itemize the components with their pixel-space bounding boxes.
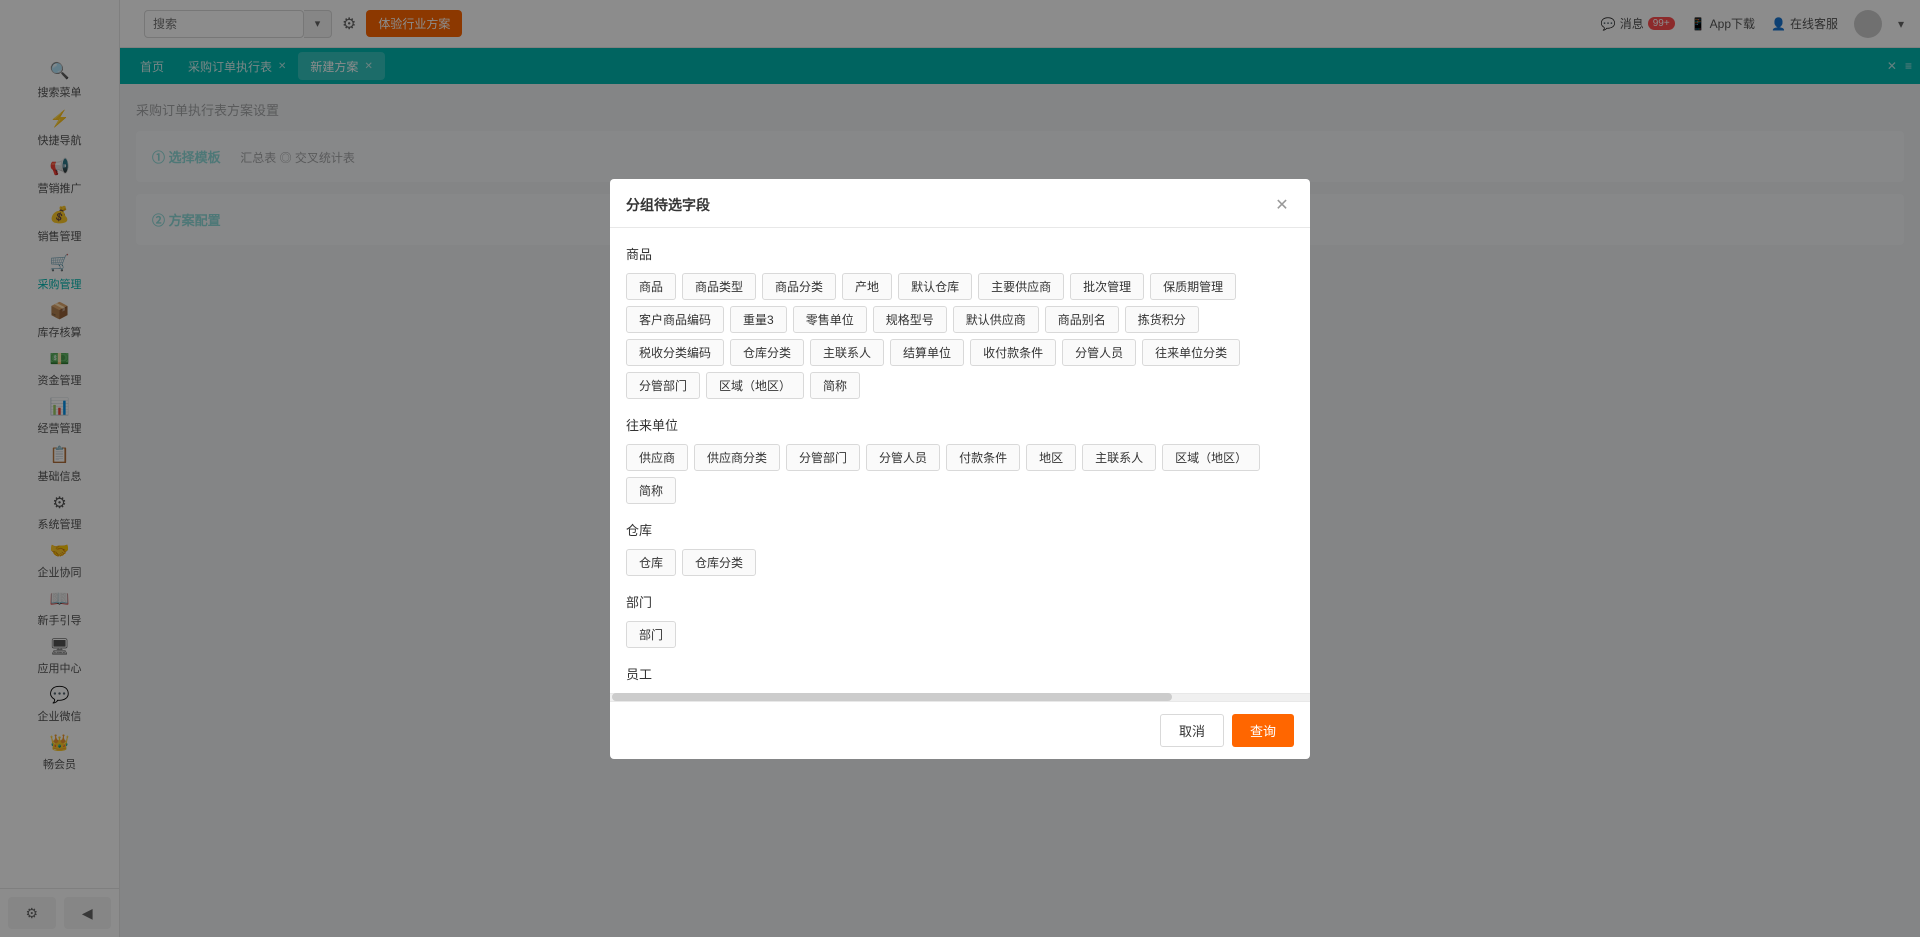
field-supplier[interactable]: 供应商 (626, 444, 688, 471)
section-counterparty-tags: 供应商 供应商分类 分管部门 分管人员 付款条件 地区 主联系人 区域（地区） … (626, 444, 1294, 504)
field-warehouse-category[interactable]: 仓库分类 (730, 339, 804, 366)
field-pick-points[interactable]: 拣货积分 (1125, 306, 1199, 333)
section-department-tags: 部门 (626, 621, 1294, 648)
field-goods-type[interactable]: 商品类型 (682, 273, 756, 300)
field-warehouse-cat[interactable]: 仓库分类 (682, 549, 756, 576)
section-counterparty-title: 往来单位 (626, 415, 1294, 434)
field-batch-mgmt[interactable]: 批次管理 (1070, 273, 1144, 300)
field-goods-category[interactable]: 商品分类 (762, 273, 836, 300)
section-goods-tags: 商品 商品类型 商品分类 产地 默认仓库 主要供应商 批次管理 保质期管理 客户… (626, 273, 1294, 399)
field-warehouse[interactable]: 仓库 (626, 549, 676, 576)
section-warehouse-title: 仓库 (626, 520, 1294, 539)
field-short-name2[interactable]: 简称 (626, 477, 676, 504)
field-picker-modal: 分组待选字段 ✕ 商品 商品 商品类型 商品分类 产地 默认仓库 主要供应商 批… (610, 179, 1310, 759)
field-region[interactable]: 区域（地区） (706, 372, 804, 399)
field-weight3[interactable]: 重量3 (730, 306, 787, 333)
modal-body[interactable]: 商品 商品 商品类型 商品分类 产地 默认仓库 主要供应商 批次管理 保质期管理… (610, 228, 1310, 693)
field-origin[interactable]: 产地 (842, 273, 892, 300)
field-default-warehouse[interactable]: 默认仓库 (898, 273, 972, 300)
section-department-title: 部门 (626, 592, 1294, 611)
field-main-contact[interactable]: 主联系人 (810, 339, 884, 366)
field-area[interactable]: 地区 (1026, 444, 1076, 471)
field-spec-model[interactable]: 规格型号 (873, 306, 947, 333)
field-main-contact2[interactable]: 主联系人 (1082, 444, 1156, 471)
field-settlement-unit[interactable]: 结算单位 (890, 339, 964, 366)
field-main-supplier[interactable]: 主要供应商 (978, 273, 1064, 300)
modal-close-button[interactable]: ✕ (1270, 193, 1294, 217)
section-counterparty: 往来单位 供应商 供应商分类 分管部门 分管人员 付款条件 地区 主联系人 区域… (626, 415, 1294, 504)
field-payment-terms[interactable]: 收付款条件 (970, 339, 1056, 366)
field-manage-dept[interactable]: 分管部门 (626, 372, 700, 399)
section-department: 部门 部门 (626, 592, 1294, 648)
modal-cancel-button[interactable]: 取消 (1160, 714, 1224, 747)
field-dept-manage[interactable]: 分管部门 (786, 444, 860, 471)
field-short-name[interactable]: 简称 (810, 372, 860, 399)
section-goods: 商品 商品 商品类型 商品分类 产地 默认仓库 主要供应商 批次管理 保质期管理… (626, 244, 1294, 399)
field-pay-terms[interactable]: 付款条件 (946, 444, 1020, 471)
field-goods[interactable]: 商品 (626, 273, 676, 300)
field-manager[interactable]: 分管人员 (1062, 339, 1136, 366)
field-customer-code[interactable]: 客户商品编码 (626, 306, 724, 333)
modal-confirm-button[interactable]: 查询 (1232, 714, 1294, 747)
field-shelf-life[interactable]: 保质期管理 (1150, 273, 1236, 300)
field-retail-unit[interactable]: 零售单位 (793, 306, 867, 333)
modal-hscroll-thumb (612, 693, 1172, 701)
field-default-supplier[interactable]: 默认供应商 (953, 306, 1039, 333)
field-department[interactable]: 部门 (626, 621, 676, 648)
section-employee: 员工 业务员 (626, 664, 1294, 693)
field-counterparty-category[interactable]: 往来单位分类 (1142, 339, 1240, 366)
modal-footer: 取消 查询 (610, 701, 1310, 759)
section-goods-title: 商品 (626, 244, 1294, 263)
modal-overlay: 分组待选字段 ✕ 商品 商品 商品类型 商品分类 产地 默认仓库 主要供应商 批… (0, 0, 1920, 937)
field-region2[interactable]: 区域（地区） (1162, 444, 1260, 471)
modal-title: 分组待选字段 (626, 195, 710, 215)
field-person-manage[interactable]: 分管人员 (866, 444, 940, 471)
field-tax-code[interactable]: 税收分类编码 (626, 339, 724, 366)
section-warehouse: 仓库 仓库 仓库分类 (626, 520, 1294, 576)
section-warehouse-tags: 仓库 仓库分类 (626, 549, 1294, 576)
section-employee-title: 员工 (626, 664, 1294, 683)
modal-horizontal-scrollbar[interactable] (610, 693, 1310, 701)
modal-header: 分组待选字段 ✕ (610, 179, 1310, 228)
field-supplier-category[interactable]: 供应商分类 (694, 444, 780, 471)
field-goods-alias[interactable]: 商品别名 (1045, 306, 1119, 333)
